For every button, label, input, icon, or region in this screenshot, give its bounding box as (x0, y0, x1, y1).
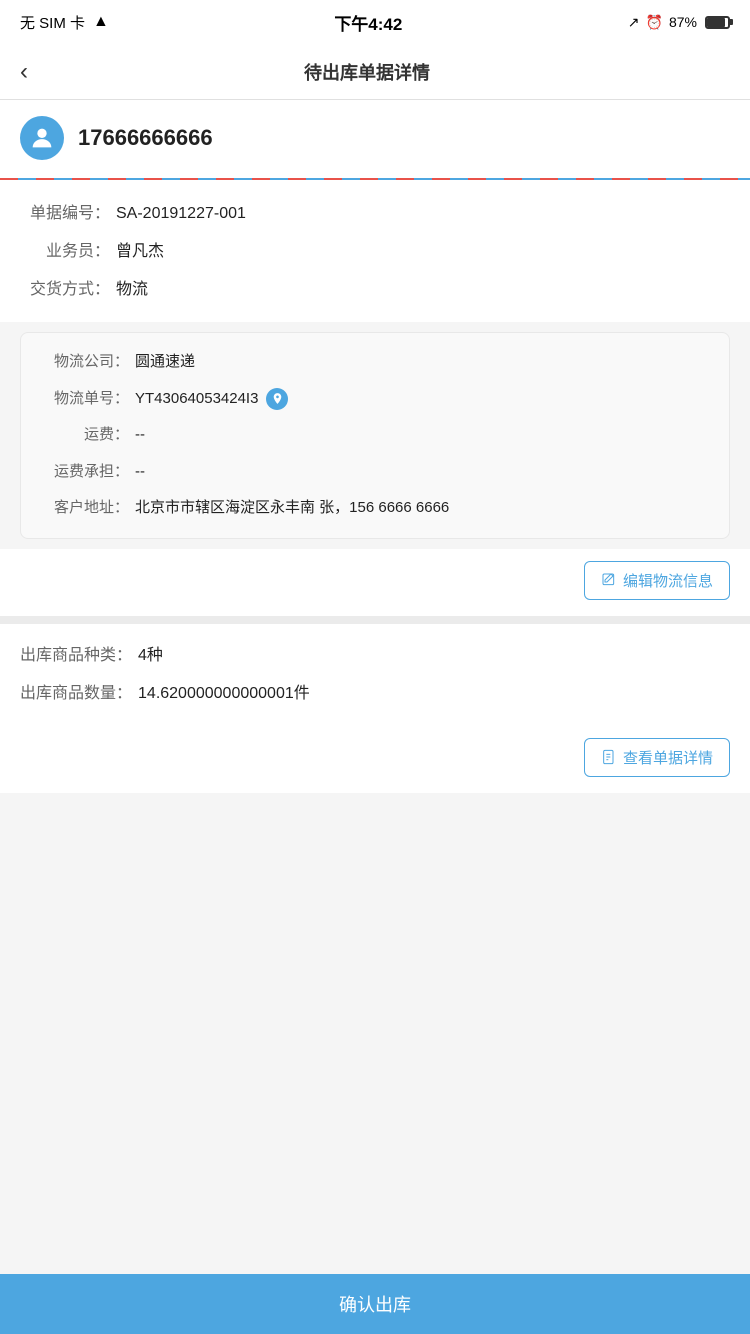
view-detail-button[interactable]: 查看单据详情 (584, 738, 730, 777)
edit-icon (601, 572, 617, 588)
status-right: ↗ ⏰ 87% (628, 14, 730, 31)
order-info-section: 单据编号： SA-20191227-001 业务员： 曾凡杰 交货方式： 物流 (0, 182, 750, 322)
product-type-value: 4种 (138, 644, 730, 668)
edit-logistics-label: 编辑物流信息 (623, 570, 713, 591)
battery-icon (705, 16, 730, 29)
alarm-icon: ⏰ (646, 14, 663, 31)
edit-logistics-button[interactable]: 编辑物流信息 (584, 561, 730, 600)
product-quantity-row: 出库商品数量： 14.620000000000001件 (20, 682, 730, 706)
product-quantity-label: 出库商品数量： (20, 682, 132, 706)
customer-address-value: 北京市市辖区海淀区永丰南 张，156 6666 6666 (135, 497, 711, 520)
logistics-company-value: 圆通速递 (135, 351, 711, 374)
location-status-icon: ↗ (628, 14, 640, 31)
product-type-label: 出库商品种类： (20, 644, 132, 668)
freight-bearer-label: 运费承担： (39, 461, 129, 484)
document-number-row: 单据编号： SA-20191227-001 (20, 202, 730, 226)
sales-person-label: 业务员： (20, 240, 110, 264)
customer-address-row: 客户地址： 北京市市辖区海淀区永丰南 张，156 6666 6666 (39, 497, 711, 520)
edit-btn-container: 编辑物流信息 (0, 549, 750, 616)
logistics-company-label: 物流公司： (39, 351, 129, 374)
status-bar: 无 SIM 卡 ▲ 下午4:42 ↗ ⏰ 87% (0, 0, 750, 44)
battery-text: 87% (669, 14, 697, 30)
product-type-row: 出库商品种类： 4种 (20, 644, 730, 668)
gray-divider (0, 616, 750, 624)
confirm-btn-text: 确认出库 (339, 1291, 411, 1317)
dashed-divider (0, 176, 750, 182)
customer-phone: 17666666666 (78, 125, 213, 151)
freight-bearer-value: -- (135, 461, 711, 484)
delivery-method-label: 交货方式： (20, 278, 110, 302)
avatar (20, 116, 64, 160)
view-detail-container: 查看单据详情 (0, 726, 750, 793)
sales-person-row: 业务员： 曾凡杰 (20, 240, 730, 264)
freight-bearer-row: 运费承担： -- (39, 461, 711, 484)
freight-label: 运费： (39, 424, 129, 447)
tracking-number-value: YT43064053424I3 (135, 388, 711, 411)
freight-row: 运费： -- (39, 424, 711, 447)
tracking-number-row: 物流单号： YT43064053424I3 (39, 388, 711, 411)
delivery-method-value: 物流 (116, 278, 730, 302)
logistics-company-row: 物流公司： 圆通速递 (39, 351, 711, 374)
carrier-text: 无 SIM 卡 (20, 12, 85, 33)
empty-space (0, 793, 750, 1033)
product-section: 出库商品种类： 4种 出库商品数量： 14.620000000000001件 (0, 624, 750, 726)
customer-address-label: 客户地址： (39, 497, 129, 520)
freight-value: -- (135, 424, 711, 447)
document-icon (601, 749, 617, 765)
sales-person-value: 曾凡杰 (116, 240, 730, 264)
status-time: 下午4:42 (334, 10, 402, 35)
customer-header: 17666666666 (0, 100, 750, 176)
nav-bar: ‹ 待出库单据详情 (0, 44, 750, 100)
tracking-location-icon[interactable] (266, 388, 288, 410)
delivery-method-row: 交货方式： 物流 (20, 278, 730, 302)
document-number-label: 单据编号： (20, 202, 110, 226)
confirm-btn-area[interactable]: 确认出库 (0, 1274, 750, 1334)
page-title: 待出库单据详情 (44, 59, 690, 85)
view-detail-label: 查看单据详情 (623, 747, 713, 768)
back-button[interactable]: ‹ (20, 60, 28, 84)
status-left: 无 SIM 卡 ▲ (20, 12, 109, 33)
document-number-value: SA-20191227-001 (116, 202, 730, 226)
tracking-number-label: 物流单号： (39, 388, 129, 411)
wifi-icon: ▲ (93, 13, 109, 31)
logistics-card: 物流公司： 圆通速递 物流单号： YT43064053424I3 运费： -- … (20, 332, 730, 539)
product-quantity-value: 14.620000000000001件 (138, 682, 730, 706)
